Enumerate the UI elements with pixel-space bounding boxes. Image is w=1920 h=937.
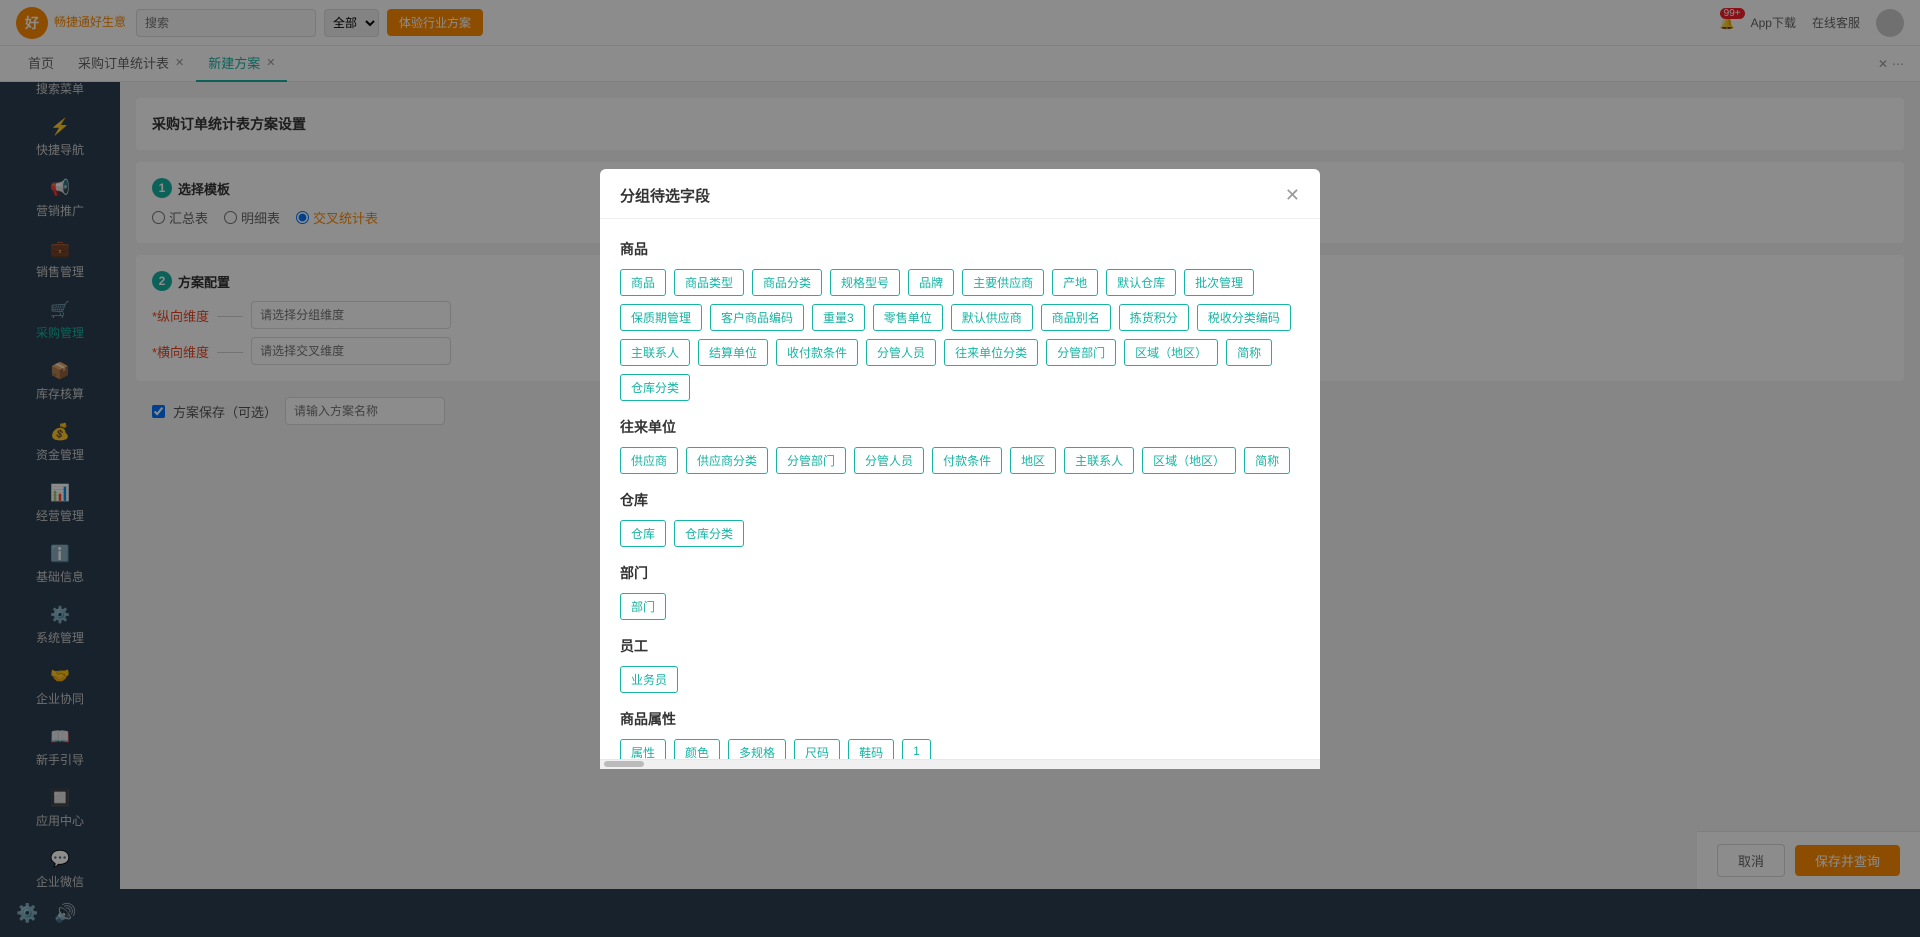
field-tag[interactable]: 区域（地区） — [1124, 339, 1218, 366]
field-tag[interactable]: 付款条件 — [932, 447, 1002, 474]
field-tag[interactable]: 颜色 — [674, 739, 720, 759]
field-grid-partner: 供应商 供应商分类 分管部门 分管人员 付款条件 地区 主联系人 区域（地区） … — [620, 447, 1300, 474]
field-tag[interactable]: 规格型号 — [830, 269, 900, 296]
field-grid-dept: 部门 — [620, 593, 1300, 620]
field-tag[interactable]: 尺码 — [794, 739, 840, 759]
field-tag[interactable]: 保质期管理 — [620, 304, 702, 331]
field-grid-employee: 业务员 — [620, 666, 1300, 693]
field-tag[interactable]: 批次管理 — [1184, 269, 1254, 296]
field-tag[interactable]: 地区 — [1010, 447, 1056, 474]
section-title-product: 商品 — [620, 239, 1300, 259]
field-tag[interactable]: 分管部门 — [1046, 339, 1116, 366]
field-tag[interactable]: 往来单位分类 — [944, 339, 1038, 366]
field-tag[interactable]: 分管部门 — [776, 447, 846, 474]
field-grid-product: 商品 商品类型 商品分类 规格型号 品牌 主要供应商 产地 默认仓库 批次管理 … — [620, 269, 1300, 401]
section-title-partner: 往来单位 — [620, 417, 1300, 437]
modal-horizontal-scrollbar[interactable] — [600, 759, 1320, 769]
field-tag[interactable]: 1 — [902, 739, 931, 759]
field-tag[interactable]: 重量3 — [812, 304, 865, 331]
section-title-dept: 部门 — [620, 563, 1300, 583]
field-tag[interactable]: 主联系人 — [1064, 447, 1134, 474]
field-tag[interactable]: 商品 — [620, 269, 666, 296]
modal-close-button[interactable]: ✕ — [1285, 185, 1300, 206]
field-tag[interactable]: 收付款条件 — [776, 339, 858, 366]
field-tag[interactable]: 简称 — [1226, 339, 1272, 366]
field-tag[interactable]: 供应商分类 — [686, 447, 768, 474]
field-tag[interactable]: 属性 — [620, 739, 666, 759]
modal-title: 分组待选字段 — [620, 185, 710, 206]
field-tag[interactable]: 仓库分类 — [674, 520, 744, 547]
field-tag[interactable]: 品牌 — [908, 269, 954, 296]
field-tag[interactable]: 分管人员 — [854, 447, 924, 474]
section-title-attr: 商品属性 — [620, 709, 1300, 729]
section-title-employee: 员工 — [620, 636, 1300, 656]
section-title-warehouse: 仓库 — [620, 490, 1300, 510]
field-tag[interactable]: 客户商品编码 — [710, 304, 804, 331]
field-grid-attr: 属性 颜色 多规格 尺码 鞋码 1 — [620, 739, 1300, 759]
field-tag[interactable]: 部门 — [620, 593, 666, 620]
field-tag[interactable]: 结算单位 — [698, 339, 768, 366]
field-tag[interactable]: 简称 — [1244, 447, 1290, 474]
field-tag[interactable]: 默认仓库 — [1106, 269, 1176, 296]
field-tag[interactable]: 业务员 — [620, 666, 678, 693]
field-grid-warehouse: 仓库 仓库分类 — [620, 520, 1300, 547]
field-tag[interactable]: 拣货积分 — [1119, 304, 1189, 331]
field-tag[interactable]: 税收分类编码 — [1197, 304, 1291, 331]
field-tag[interactable]: 供应商 — [620, 447, 678, 474]
field-tag[interactable]: 商品别名 — [1041, 304, 1111, 331]
field-tag[interactable]: 默认供应商 — [951, 304, 1033, 331]
modal-body[interactable]: 商品 商品 商品类型 商品分类 规格型号 品牌 主要供应商 产地 默认仓库 批次… — [600, 219, 1320, 759]
field-tag[interactable]: 多规格 — [728, 739, 786, 759]
field-tag[interactable]: 商品分类 — [752, 269, 822, 296]
modal-header: 分组待选字段 ✕ — [600, 169, 1320, 219]
field-tag[interactable]: 仓库 — [620, 520, 666, 547]
field-tag[interactable]: 仓库分类 — [620, 374, 690, 401]
field-tag[interactable]: 区域（地区） — [1142, 447, 1236, 474]
field-tag[interactable]: 商品类型 — [674, 269, 744, 296]
modal-overlay: 分组待选字段 ✕ 商品 商品 商品类型 商品分类 规格型号 品牌 主要供应商 产… — [0, 0, 1920, 937]
modal-dialog: 分组待选字段 ✕ 商品 商品 商品类型 商品分类 规格型号 品牌 主要供应商 产… — [600, 169, 1320, 769]
field-tag[interactable]: 主联系人 — [620, 339, 690, 366]
field-tag[interactable]: 零售单位 — [873, 304, 943, 331]
field-tag[interactable]: 产地 — [1052, 269, 1098, 296]
field-tag[interactable]: 分管人员 — [866, 339, 936, 366]
field-tag[interactable]: 主要供应商 — [962, 269, 1044, 296]
field-tag[interactable]: 鞋码 — [848, 739, 894, 759]
